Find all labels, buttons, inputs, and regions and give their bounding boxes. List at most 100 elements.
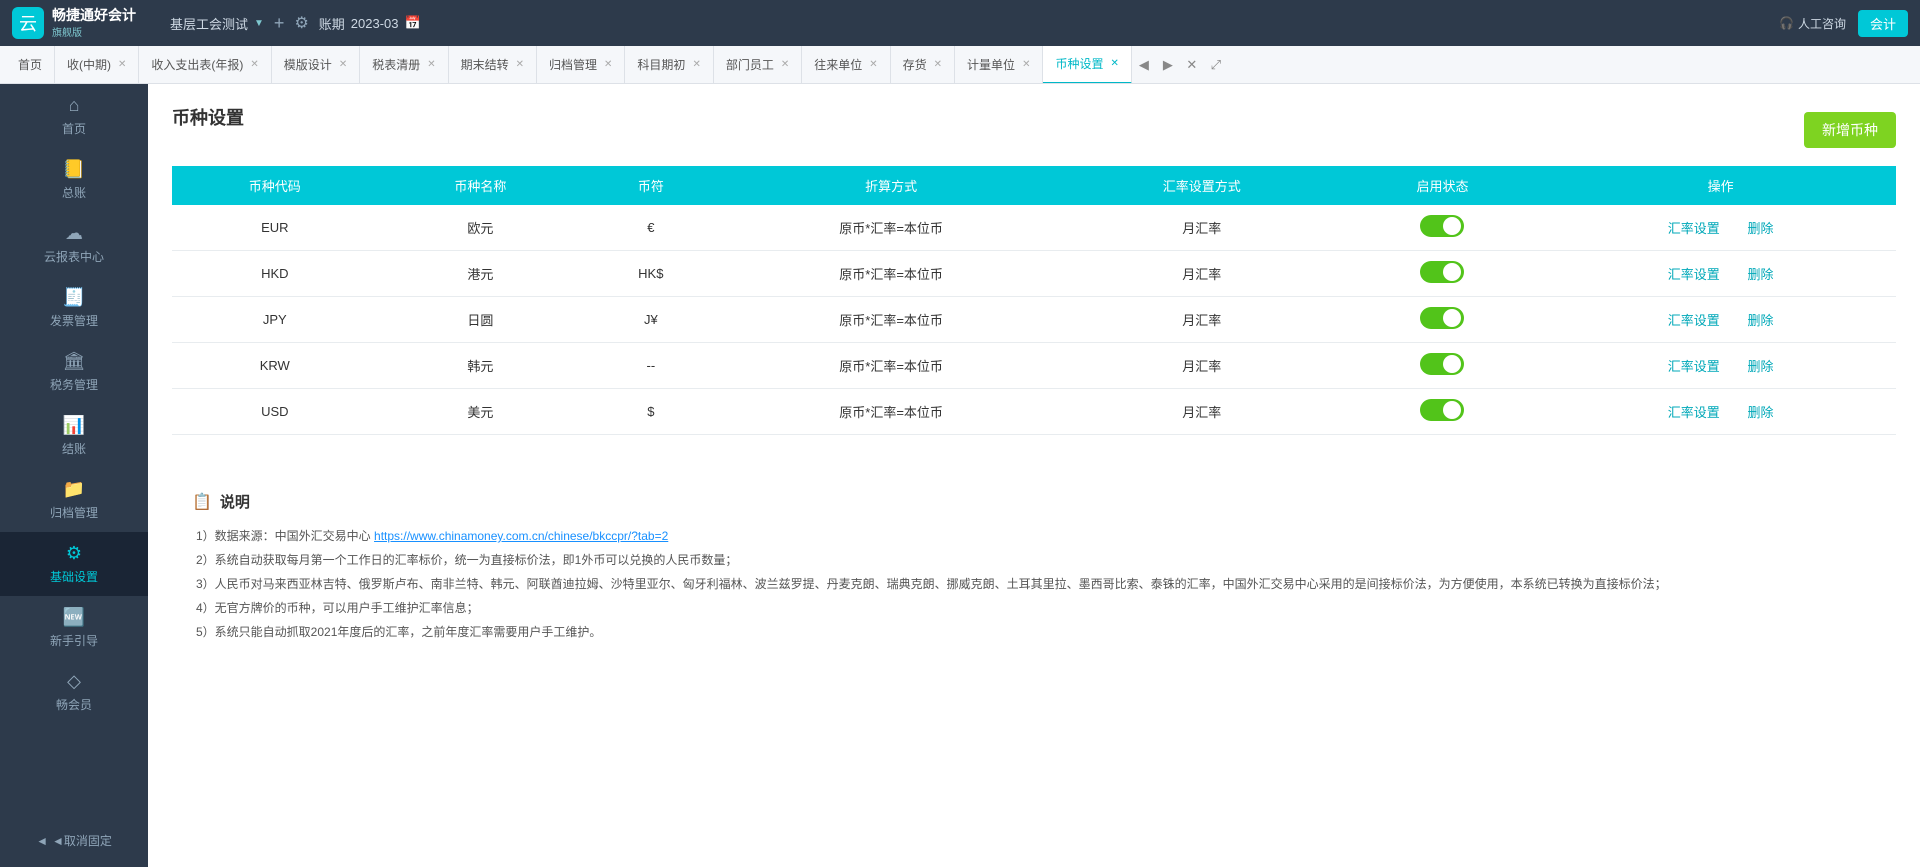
logo-area: 云 畅捷通好会计 旗舰版 [12,7,160,39]
tab-contacts[interactable]: 往来单位 ✕ [802,46,890,84]
account-button[interactable]: 会计 [1858,10,1908,37]
member-icon: ◇ [67,671,81,692]
col-actions: 操作 [1545,166,1896,205]
archive-icon: 📁 [63,479,85,500]
tab-department[interactable]: 部门员工 ✕ [714,46,802,84]
cell-rate-type: 月汇率 [1064,343,1340,389]
tab-period[interactable]: 收(中期) ✕ [55,46,139,84]
cell-status [1340,389,1546,435]
cell-status [1340,297,1546,343]
cell-name: 欧元 [378,205,584,251]
tab-close-period[interactable]: ✕ [118,59,126,70]
sidebar-item-home[interactable]: ⌂ 首页 [0,84,148,148]
guide-icon: 🆕 [63,607,85,628]
tab-home[interactable]: 首页 [6,46,55,84]
cell-symbol: HK$ [583,251,718,297]
sidebar-item-closing[interactable]: 📊 结账 [0,404,148,468]
tab-close-department[interactable]: ✕ [781,59,789,70]
cell-actions: 汇率设置 删除 [1545,251,1896,297]
tab-maximize-button[interactable]: ⤢ [1204,46,1228,84]
calendar-icon[interactable]: 📅 [405,15,421,31]
rate-setting-link[interactable]: 汇率设置 [1668,221,1720,236]
cell-status [1340,343,1546,389]
logo-icon: 云 [12,7,44,39]
tab-close-subject[interactable]: ✕ [692,59,700,70]
tab-close-unit[interactable]: ✕ [1022,59,1030,70]
ledger-icon: 📒 [63,159,85,180]
status-toggle[interactable] [1420,215,1464,237]
tab-period-end[interactable]: 期末结转 ✕ [449,46,537,84]
delete-link[interactable]: 删除 [1747,313,1773,328]
tab-unit[interactable]: 计量单位 ✕ [955,46,1043,84]
tab-close-archive[interactable]: ✕ [604,59,612,70]
cell-rate-type: 月汇率 [1064,389,1340,435]
tab-next-button[interactable]: ▶ [1156,46,1180,84]
cell-name: 韩元 [378,343,584,389]
content-inner: 币种设置 新增币种 币种代码 币种名称 币符 折算方式 汇率设置方式 启用状态 … [148,84,1920,680]
delete-link[interactable]: 删除 [1747,267,1773,282]
sidebar-item-member[interactable]: ◇ 畅会员 [0,660,148,724]
notice-item: 2）系统自动获取每月第一个工作日的汇率标价，统一为直接标价法，即1外币可以兑换的… [196,548,1876,572]
sidebar-item-settings[interactable]: ⚙ 基础设置 [0,532,148,596]
tab-subject-init[interactable]: 科目期初 ✕ [625,46,713,84]
tab-close-all-button[interactable]: ✕ [1180,46,1204,84]
tab-close-inventory[interactable]: ✕ [934,59,942,70]
rate-setting-link[interactable]: 汇率设置 [1668,405,1720,420]
tab-close-annual[interactable]: ✕ [250,59,258,70]
tab-close-taxbook[interactable]: ✕ [427,59,435,70]
company-selector[interactable]: 基层工会测试 ▼ [170,14,264,33]
status-toggle[interactable] [1420,261,1464,283]
status-toggle[interactable] [1420,307,1464,329]
page-title: 币种设置 [172,104,1896,130]
col-status: 启用状态 [1340,166,1546,205]
cell-code: KRW [172,343,378,389]
tab-archive[interactable]: 归档管理 ✕ [537,46,625,84]
tab-annual-report[interactable]: 收入支出表(年报) ✕ [139,46,271,84]
col-code: 币种代码 [172,166,378,205]
table-header: 币种代码 币种名称 币符 折算方式 汇率设置方式 启用状态 操作 [172,166,1896,205]
tab-close-template[interactable]: ✕ [339,59,347,70]
tab-close-contacts[interactable]: ✕ [869,59,877,70]
tab-close-period-end[interactable]: ✕ [516,59,524,70]
col-rate-type: 汇率设置方式 [1064,166,1340,205]
cell-symbol: -- [583,343,718,389]
delete-link[interactable]: 删除 [1747,359,1773,374]
main-layout: ⌂ 首页 📒 总账 ☁ 云报表中心 🧾 发票管理 🏛 税务管理 📊 结账 📁 归… [0,84,1920,867]
sidebar-item-archive[interactable]: 📁 归档管理 [0,468,148,532]
col-symbol: 币符 [583,166,718,205]
rate-setting-link[interactable]: 汇率设置 [1668,313,1720,328]
status-toggle[interactable] [1420,399,1464,421]
delete-link[interactable]: 删除 [1747,221,1773,236]
unpin-button[interactable]: ◄ ◄取消固定 [0,824,148,857]
sidebar-item-invoice[interactable]: 🧾 发票管理 [0,276,148,340]
help-button[interactable]: 🎧 人工咨询 [1779,15,1846,32]
tab-inventory[interactable]: 存货 ✕ [891,46,955,84]
notice-link[interactable]: https://www.chinamoney.com.cn/chinese/bk… [374,529,668,543]
cell-rate-type: 月汇率 [1064,205,1340,251]
sidebar-item-guide[interactable]: 🆕 新手引导 [0,596,148,660]
rate-setting-link[interactable]: 汇率设置 [1668,359,1720,374]
cell-status [1340,205,1546,251]
add-company-icon[interactable]: + [274,13,285,34]
tab-currency[interactable]: 币种设置 ✕ [1043,46,1131,84]
sidebar-item-tax[interactable]: 🏛 税务管理 [0,340,148,404]
delete-link[interactable]: 删除 [1747,405,1773,420]
tab-template[interactable]: 模版设计 ✕ [272,46,360,84]
settings-icon[interactable]: ⚙ [294,13,308,33]
tab-close-currency[interactable]: ✕ [1110,58,1118,69]
notice-item: 5）系统只能自动抓取2021年度后的汇率，之前年度汇率需要用户手工维护。 [196,620,1876,644]
new-currency-button[interactable]: 新增币种 [1804,112,1896,148]
sidebar-item-reports[interactable]: ☁ 云报表中心 [0,212,148,276]
rate-setting-link[interactable]: 汇率设置 [1668,267,1720,282]
status-toggle[interactable] [1420,353,1464,375]
sidebar-item-member-label: 畅会员 [56,696,92,713]
cell-calc: 原币*汇率=本位币 [718,251,1063,297]
tab-prev-button[interactable]: ◀ [1132,46,1156,84]
tab-taxbook[interactable]: 税表清册 ✕ [360,46,448,84]
sidebar-item-ledger[interactable]: 📒 总账 [0,148,148,212]
period-display: 账期 2023-03 📅 [319,14,421,33]
notice-section: 📋 说明 1）数据来源：中国外汇交易中心 https://www.chinamo… [172,475,1896,660]
cell-code: USD [172,389,378,435]
cell-actions: 汇率设置 删除 [1545,205,1896,251]
home-icon: ⌂ [69,95,80,116]
